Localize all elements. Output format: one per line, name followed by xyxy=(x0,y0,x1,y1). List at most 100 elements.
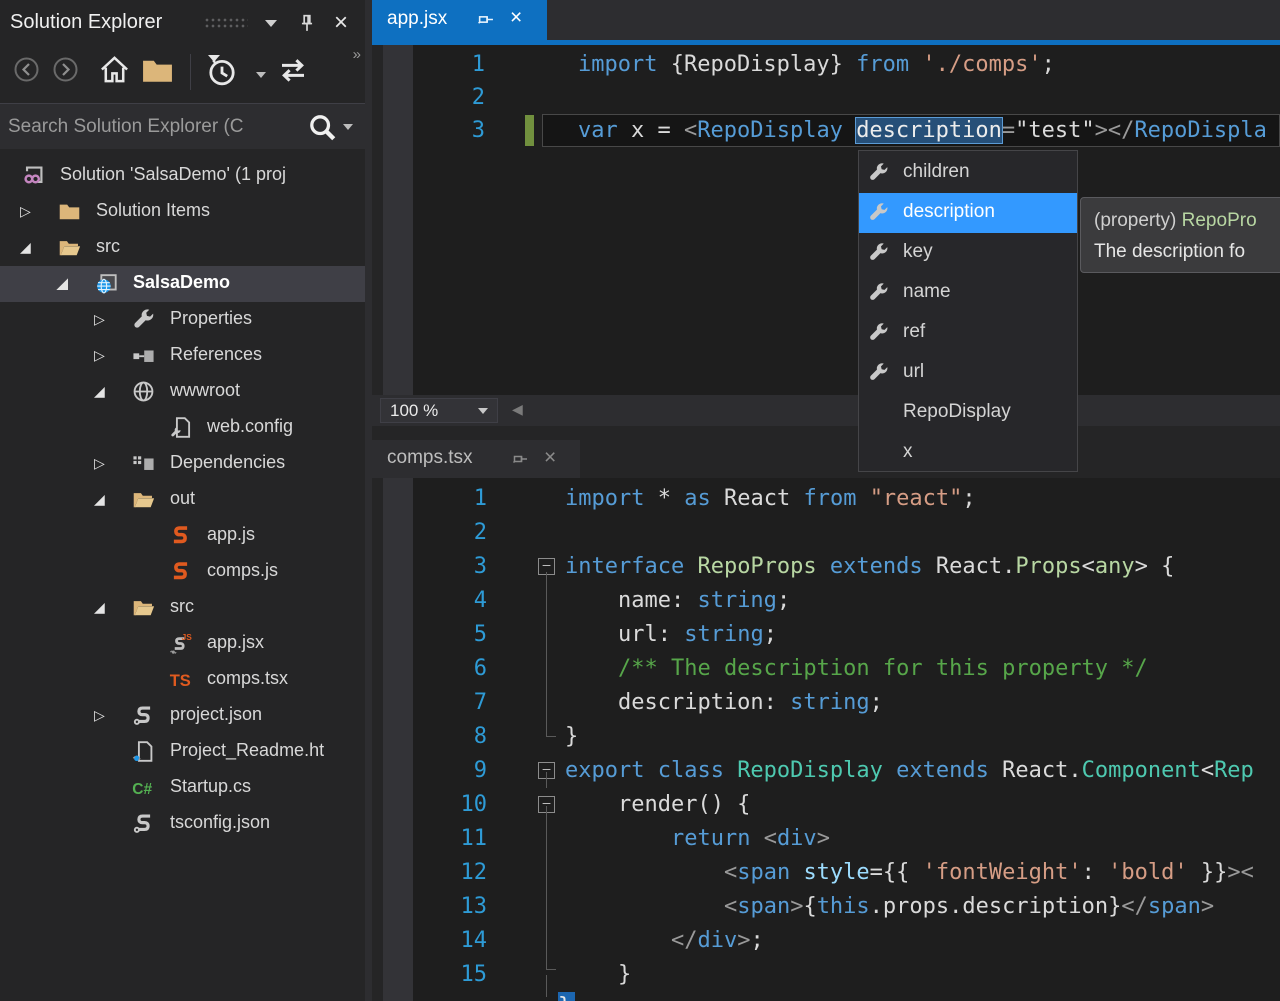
code-line-8[interactable]: 8} xyxy=(372,720,1280,754)
tree-item-references[interactable]: ▷References xyxy=(0,338,365,374)
completion-item-description[interactable]: description xyxy=(859,193,1077,233)
expand-arrow-icon[interactable]: ▷ xyxy=(94,455,105,472)
search-input[interactable] xyxy=(0,104,308,149)
tree-item-project-json[interactable]: ▷project.json xyxy=(0,698,365,734)
tree-item-out[interactable]: ◢out xyxy=(0,482,365,518)
completion-item-children[interactable]: children xyxy=(859,153,1077,193)
code-line-1[interactable]: 1import {RepoDisplay} from './comps'; xyxy=(372,48,1280,81)
tree-item-project-readme-ht[interactable]: Project_Readme.ht xyxy=(0,734,365,770)
tree-item-properties[interactable]: ▷Properties xyxy=(0,302,365,338)
forward-button[interactable] xyxy=(52,56,79,83)
tree-item-label: Solution Items xyxy=(96,200,210,221)
code-line-11[interactable]: 11 return <div> xyxy=(372,822,1280,856)
tree-item-label: SalsaDemo xyxy=(133,272,230,293)
code-line-2[interactable]: 2 xyxy=(372,81,1280,114)
line-number: 11 xyxy=(412,822,487,856)
code-line-3[interactable]: 3var x = <RepoDisplay description="test"… xyxy=(372,114,1280,147)
pin-icon[interactable] xyxy=(477,11,494,28)
editor-comps-tsx[interactable]: 1import * as React from "react";2–3inter… xyxy=(372,478,1280,1001)
code-line-5[interactable]: 5 url: string; xyxy=(372,618,1280,652)
back-button[interactable] xyxy=(13,56,40,83)
js-icon xyxy=(169,524,192,547)
scroll-left-arrow[interactable]: ◀ xyxy=(512,401,523,418)
tree-item-src[interactable]: ◢src xyxy=(0,230,365,266)
code-line-10[interactable]: –10 render() { xyxy=(372,788,1280,822)
web-project-icon xyxy=(95,272,118,295)
solution-tree: Solution 'SalsaDemo' (1 proj ▷ Solution It… xyxy=(0,155,365,1001)
tree-item-app-js[interactable]: app.js xyxy=(0,518,365,554)
tree-item-comps-tsx[interactable]: TScomps.tsx xyxy=(0,662,365,698)
completion-item-x[interactable]: x xyxy=(859,433,1077,473)
tree-item-dependencies[interactable]: ▷Dependencies xyxy=(0,446,365,482)
jsx-icon: JS xyxy=(169,632,192,655)
expand-arrow-icon[interactable]: ▷ xyxy=(94,347,105,364)
tree-item-label: comps.js xyxy=(207,560,278,581)
code-line-13[interactable]: 13 <span>{this.props.description}</span> xyxy=(372,890,1280,924)
collapse-arrow-icon[interactable]: ◢ xyxy=(57,275,68,292)
code-line-6[interactable]: 6 /** The description for this property … xyxy=(372,652,1280,686)
tree-item-app-jsx[interactable]: JSapp.jsx xyxy=(0,626,365,662)
vs-window: Solution Explorer × xyxy=(0,0,1280,1001)
tree-item-salsademo[interactable]: ◢ SalsaDemo xyxy=(0,266,365,302)
selected-token[interactable]: description xyxy=(856,118,1002,143)
drag-grip-icon[interactable] xyxy=(204,17,248,30)
code-line-16-fragment[interactable]: } xyxy=(558,992,575,1001)
tree-item-comps-js[interactable]: comps.js xyxy=(0,554,365,590)
completion-item-ref[interactable]: ref xyxy=(859,313,1077,353)
close-panel-button[interactable]: × xyxy=(328,10,354,36)
pane-divider[interactable] xyxy=(372,426,1280,440)
code-line-7[interactable]: 7 description: string; xyxy=(372,686,1280,720)
home-button[interactable] xyxy=(99,54,130,85)
expand-arrow-icon[interactable]: ▷ xyxy=(20,203,31,220)
tree-item-web-config[interactable]: web.config xyxy=(0,410,365,446)
sync-with-active-document-button[interactable] xyxy=(276,55,310,85)
code-line-3[interactable]: –3interface RepoProps extends React.Prop… xyxy=(372,550,1280,584)
collapse-arrow-icon[interactable]: ◢ xyxy=(20,239,31,256)
code-line-12[interactable]: 12 <span style={{ 'fontWeight': 'bold' }… xyxy=(372,856,1280,890)
filter-dropdown-icon[interactable] xyxy=(256,72,266,78)
code-line-14[interactable]: 14 </div>; xyxy=(372,924,1280,958)
close-icon[interactable]: × xyxy=(544,446,556,470)
sync-folder-button[interactable] xyxy=(141,55,174,85)
collapse-arrow-icon[interactable]: ◢ xyxy=(94,491,105,508)
tree-item-tsconfig-json[interactable]: tsconfig.json xyxy=(0,806,365,842)
pending-changes-filter-button[interactable] xyxy=(203,53,239,87)
expand-arrow-icon[interactable]: ▷ xyxy=(94,311,105,328)
close-icon[interactable]: × xyxy=(510,6,522,30)
toolbar-overflow-icon[interactable]: » xyxy=(353,46,359,63)
back-icon xyxy=(13,56,40,83)
wrench-property-icon xyxy=(868,162,889,183)
collapse-arrow-icon[interactable]: ◢ xyxy=(94,383,105,400)
expand-arrow-icon[interactable]: ▷ xyxy=(94,707,105,724)
code-line-2[interactable]: 2 xyxy=(372,516,1280,550)
zoom-value: 100 % xyxy=(390,401,438,421)
tree-item-src[interactable]: ◢src xyxy=(0,590,365,626)
search-options-dropdown-icon[interactable] xyxy=(343,124,353,130)
code-text: <span>{this.props.description}</span> xyxy=(565,890,1214,924)
completion-item-key[interactable]: key xyxy=(859,233,1077,273)
pin-icon[interactable] xyxy=(512,451,528,467)
pin-panel-button[interactable] xyxy=(294,10,320,36)
tree-item-solution-salsademo-1-proj[interactable]: Solution 'SalsaDemo' (1 proj xyxy=(0,158,365,194)
completion-item-RepoDisplay[interactable]: RepoDisplay xyxy=(859,393,1077,433)
completion-item-url[interactable]: url xyxy=(859,353,1077,393)
code-line-1[interactable]: 1import * as React from "react"; xyxy=(372,482,1280,516)
code-line-15[interactable]: 15 } xyxy=(372,958,1280,992)
collapse-arrow-icon[interactable]: ◢ xyxy=(94,599,105,616)
search-box xyxy=(0,103,365,149)
completion-item-name[interactable]: name xyxy=(859,273,1077,313)
tree-item-wwwroot[interactable]: ◢wwwroot xyxy=(0,374,365,410)
tree-item-solution-items[interactable]: ▷ Solution Items xyxy=(0,194,365,230)
zoom-combo[interactable]: 100 % xyxy=(380,398,498,423)
window-position-menu-button[interactable] xyxy=(258,10,284,36)
code-line-9[interactable]: –9export class RepoDisplay extends React… xyxy=(372,754,1280,788)
tab-app-jsx[interactable]: app.jsx × xyxy=(372,0,547,40)
line-number: 2 xyxy=(412,81,485,114)
panel-splitter[interactable] xyxy=(365,0,372,1001)
code-line-4[interactable]: 4 name: string; xyxy=(372,584,1280,618)
quickinfo-tooltip: (property) RepoPro The description fo xyxy=(1080,197,1280,273)
tree-item-startup-cs[interactable]: C#Startup.cs xyxy=(0,770,365,806)
tab-comps-tsx[interactable]: comps.tsx × xyxy=(372,440,580,478)
completion-label: RepoDisplay xyxy=(903,401,1011,423)
search-icon[interactable] xyxy=(308,113,337,142)
